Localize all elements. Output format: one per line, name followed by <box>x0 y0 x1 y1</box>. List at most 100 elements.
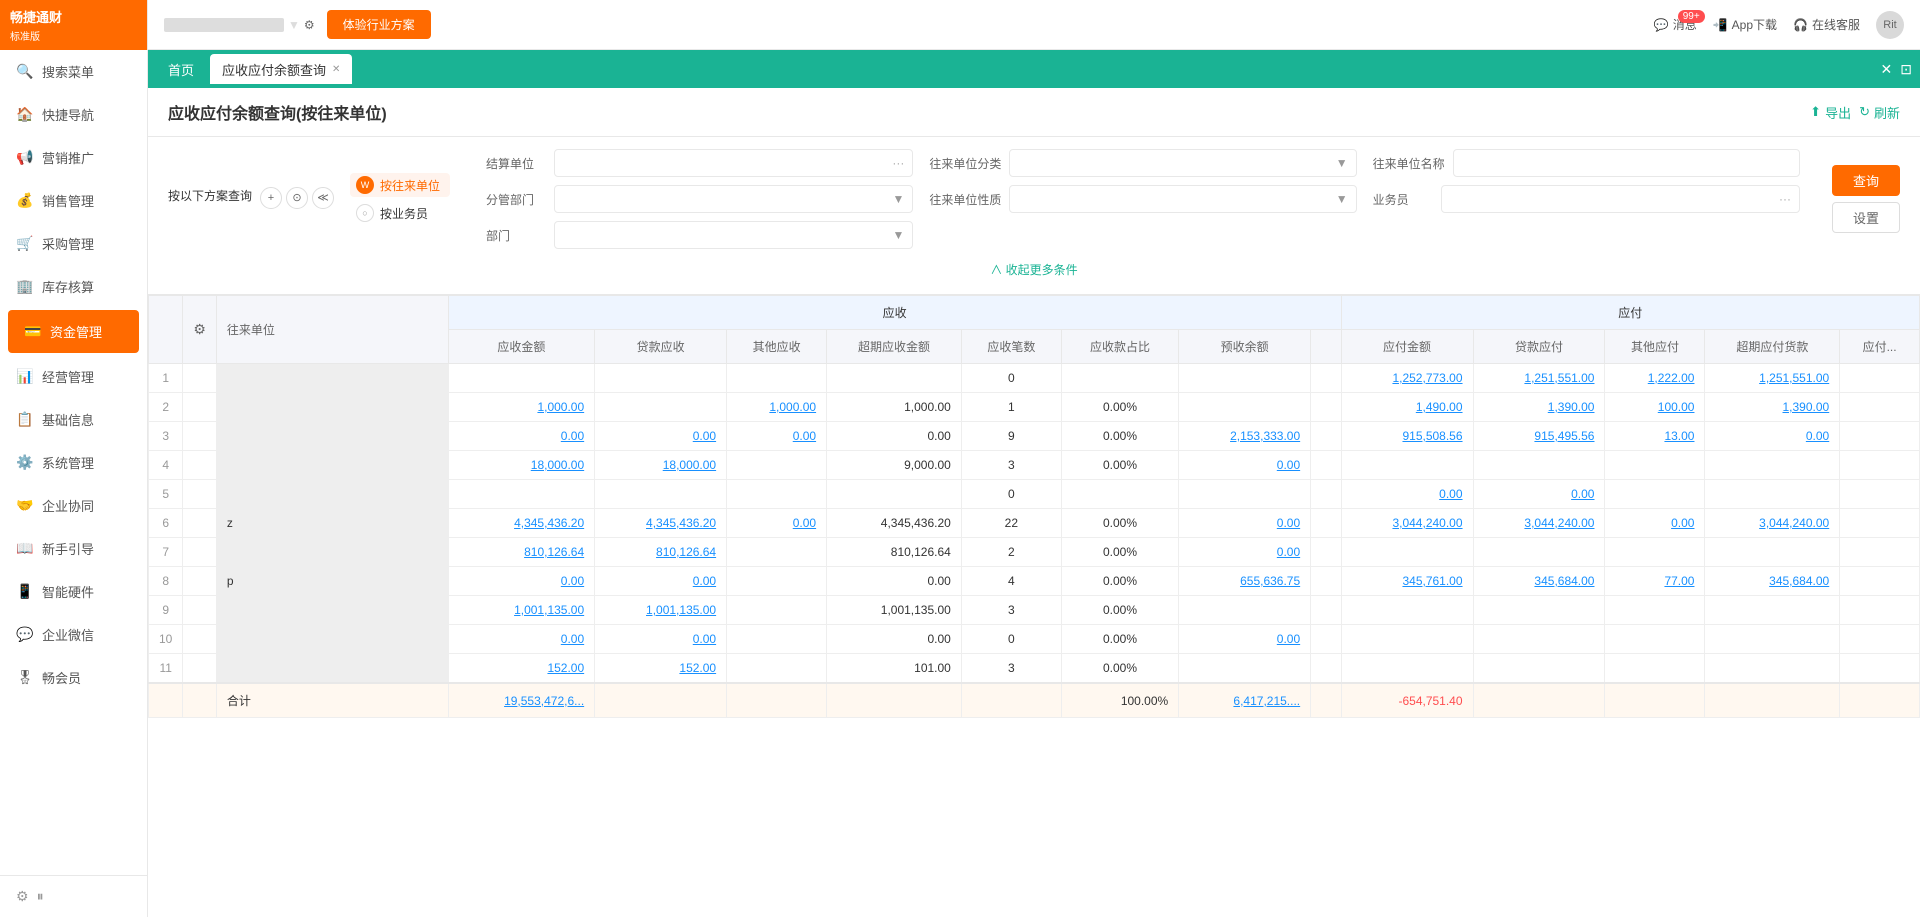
table-cell <box>1840 451 1920 480</box>
table-cell[interactable]: 0.00 <box>595 422 727 451</box>
table-cell[interactable]: 152.00 <box>595 654 727 684</box>
table-cell[interactable]: 1,001,135.00 <box>595 596 727 625</box>
table-cell[interactable]: 3,044,240.00 <box>1473 509 1605 538</box>
sidebar-item-operations[interactable]: 📊 经营管理 <box>0 355 147 398</box>
table-cell[interactable]: 13.00 <box>1605 422 1705 451</box>
table-cell[interactable]: 655,636.75 <box>1179 567 1311 596</box>
table-cell[interactable]: 3,044,240.00 <box>1341 509 1473 538</box>
table-cell[interactable]: 345,761.00 <box>1341 567 1473 596</box>
table-cell[interactable]: 0.00 <box>1179 538 1311 567</box>
sidebar-item-quick-nav[interactable]: 🏠 快捷导航 <box>0 93 147 136</box>
user-avatar[interactable]: Rit <box>1876 11 1904 39</box>
scheme-option-by-unit[interactable]: W 按往来单位 <box>350 173 450 197</box>
sidebar-item-guide[interactable]: 📖 新手引导 <box>0 527 147 570</box>
sidebar-item-basic-info[interactable]: 📋 基础信息 <box>0 398 147 441</box>
tab-receivable-query[interactable]: 应收应付余额查询 ✕ <box>210 54 352 84</box>
table-cell[interactable]: 0.00 <box>727 422 827 451</box>
table-cell[interactable]: 915,495.56 <box>1473 422 1605 451</box>
table-cell[interactable]: 1,001,135.00 <box>448 596 594 625</box>
table-cell[interactable]: 1,390.00 <box>1473 393 1605 422</box>
th-settings[interactable]: ⚙ <box>183 296 217 364</box>
sidebar-item-inventory[interactable]: 🏢 库存核算 <box>0 265 147 308</box>
refresh-btn[interactable]: ↻ 刷新 <box>1859 103 1900 122</box>
table-cell[interactable]: 1,251,551.00 <box>1705 364 1840 393</box>
sidebar-item-marketing[interactable]: 📢 营销推广 <box>0 136 147 179</box>
table-cell[interactable]: 100.00 <box>1605 393 1705 422</box>
sidebar-item-purchase[interactable]: 🛒 采购管理 <box>0 222 147 265</box>
table-cell <box>1605 480 1705 509</box>
table-cell[interactable]: 0.00 <box>1179 509 1311 538</box>
table-area[interactable]: ⚙ 往来单位 应收 应付 应收金额 贷款应收 其他应收 超期应收金额 应收笔数 <box>148 295 1920 917</box>
tab-home[interactable]: 首页 <box>156 54 206 84</box>
table-cell[interactable]: 0.00 <box>1179 625 1311 654</box>
table-cell[interactable]: 0.00 <box>1605 509 1705 538</box>
settings-button[interactable]: 设置 <box>1832 202 1900 233</box>
table-cell[interactable]: 810,126.64 <box>595 538 727 567</box>
sidebar-item-smart-hw[interactable]: 📱 智能硬件 <box>0 570 147 613</box>
table-cell[interactable]: 345,684.00 <box>1705 567 1840 596</box>
table-cell: 0.00% <box>1061 393 1178 422</box>
tab-expand-icon[interactable]: ⊡ <box>1900 61 1912 78</box>
table-cell[interactable]: 4,345,436.20 <box>595 509 727 538</box>
table-cell[interactable]: 0.00 <box>595 567 727 596</box>
messages-btn[interactable]: 💬 消息 99+ <box>1654 16 1697 33</box>
table-cell[interactable]: 1,251,551.00 <box>1473 364 1605 393</box>
table-cell[interactable]: 77.00 <box>1605 567 1705 596</box>
table-cell[interactable]: 4,345,436.20 <box>448 509 594 538</box>
table-cell[interactable]: 0.00 <box>448 422 594 451</box>
filter-input-unit-category[interactable]: ▼ <box>1009 149 1356 177</box>
table-cell: 0.00% <box>1061 567 1178 596</box>
filter-collapse-row[interactable]: ∧ 收起更多条件 <box>168 257 1900 282</box>
sidebar-item-enterprise[interactable]: 🤝 企业协同 <box>0 484 147 527</box>
filter-input-dept[interactable]: ▼ <box>554 185 913 213</box>
filter-input-unit-nature[interactable]: ▼ <box>1009 185 1356 213</box>
table-cell[interactable]: 0.00 <box>1705 422 1840 451</box>
table-cell[interactable]: 1,000.00 <box>448 393 594 422</box>
table-cell[interactable]: 345,684.00 <box>1473 567 1605 596</box>
table-cell[interactable]: 152.00 <box>448 654 594 684</box>
query-button[interactable]: 查询 <box>1832 165 1900 196</box>
table-cell[interactable]: 1,490.00 <box>1341 393 1473 422</box>
tab-close-icon[interactable]: ✕ <box>332 64 340 75</box>
filter-input-unit-name[interactable] <box>1453 149 1800 177</box>
promote-btn[interactable]: 体验行业方案 <box>327 10 431 39</box>
customer-service-btn[interactable]: 🎧 在线客服 <box>1793 16 1860 33</box>
table-cell[interactable]: 0.00 <box>1473 480 1605 509</box>
table-cell[interactable]: 0.00 <box>727 509 827 538</box>
table-cell[interactable]: 1,222.00 <box>1605 364 1705 393</box>
sidebar-item-search-menu[interactable]: 🔍 搜索菜单 <box>0 50 147 93</box>
table-cell[interactable]: 2,153,333.00 <box>1179 422 1311 451</box>
sidebar-item-wechat[interactable]: 💬 企业微信 <box>0 613 147 656</box>
scheme-option-by-staff[interactable]: ○ 按业务员 <box>350 201 450 225</box>
sidebar-item-member[interactable]: 🎖 畅会员 <box>0 656 147 699</box>
sidebar-bottom[interactable]: ⚙ ⏸ <box>0 875 147 917</box>
app-download-btn[interactable]: 📲 App下载 <box>1713 16 1777 33</box>
sidebar-item-finance[interactable]: 💳 资金管理 <box>8 310 139 353</box>
table-cell[interactable]: 18,000.00 <box>448 451 594 480</box>
table-cell[interactable]: 0.00 <box>1341 480 1473 509</box>
tab-close-window-icon[interactable]: ✕ <box>1881 61 1893 78</box>
filter-input-settlement-unit[interactable]: ··· <box>554 149 913 177</box>
table-cell[interactable]: 810,126.64 <box>448 538 594 567</box>
sidebar-item-sales[interactable]: 💰 销售管理 <box>0 179 147 222</box>
filter-collapse-btn[interactable]: ≪ <box>312 187 334 209</box>
table-cell[interactable]: 1,390.00 <box>1705 393 1840 422</box>
table-cell[interactable]: 915,508.56 <box>1341 422 1473 451</box>
table-cell[interactable]: 0.00 <box>448 567 594 596</box>
filter-input-salesperson[interactable]: ··· <box>1441 185 1800 213</box>
settings-header-icon[interactable]: ⚙ <box>304 18 315 32</box>
footer-prepaid[interactable]: 6,417,215.... <box>1179 683 1311 718</box>
footer-receivable[interactable]: 19,553,472,6... <box>448 683 594 718</box>
table-cell[interactable]: 0.00 <box>595 625 727 654</box>
table-cell[interactable]: 0.00 <box>448 625 594 654</box>
table-cell[interactable]: 1,252,773.00 <box>1341 364 1473 393</box>
filter-input-department[interactable]: ▼ <box>554 221 913 249</box>
export-btn[interactable]: ⬆ 导出 <box>1810 103 1851 122</box>
table-cell[interactable]: 3,044,240.00 <box>1705 509 1840 538</box>
table-cell[interactable]: 0.00 <box>1179 451 1311 480</box>
filter-add-btn[interactable]: + <box>260 187 282 209</box>
table-cell[interactable]: 1,000.00 <box>727 393 827 422</box>
sidebar-item-sys-mgmt[interactable]: ⚙️ 系统管理 <box>0 441 147 484</box>
filter-settings-btn[interactable]: ⊙ <box>286 187 308 209</box>
table-cell[interactable]: 18,000.00 <box>595 451 727 480</box>
